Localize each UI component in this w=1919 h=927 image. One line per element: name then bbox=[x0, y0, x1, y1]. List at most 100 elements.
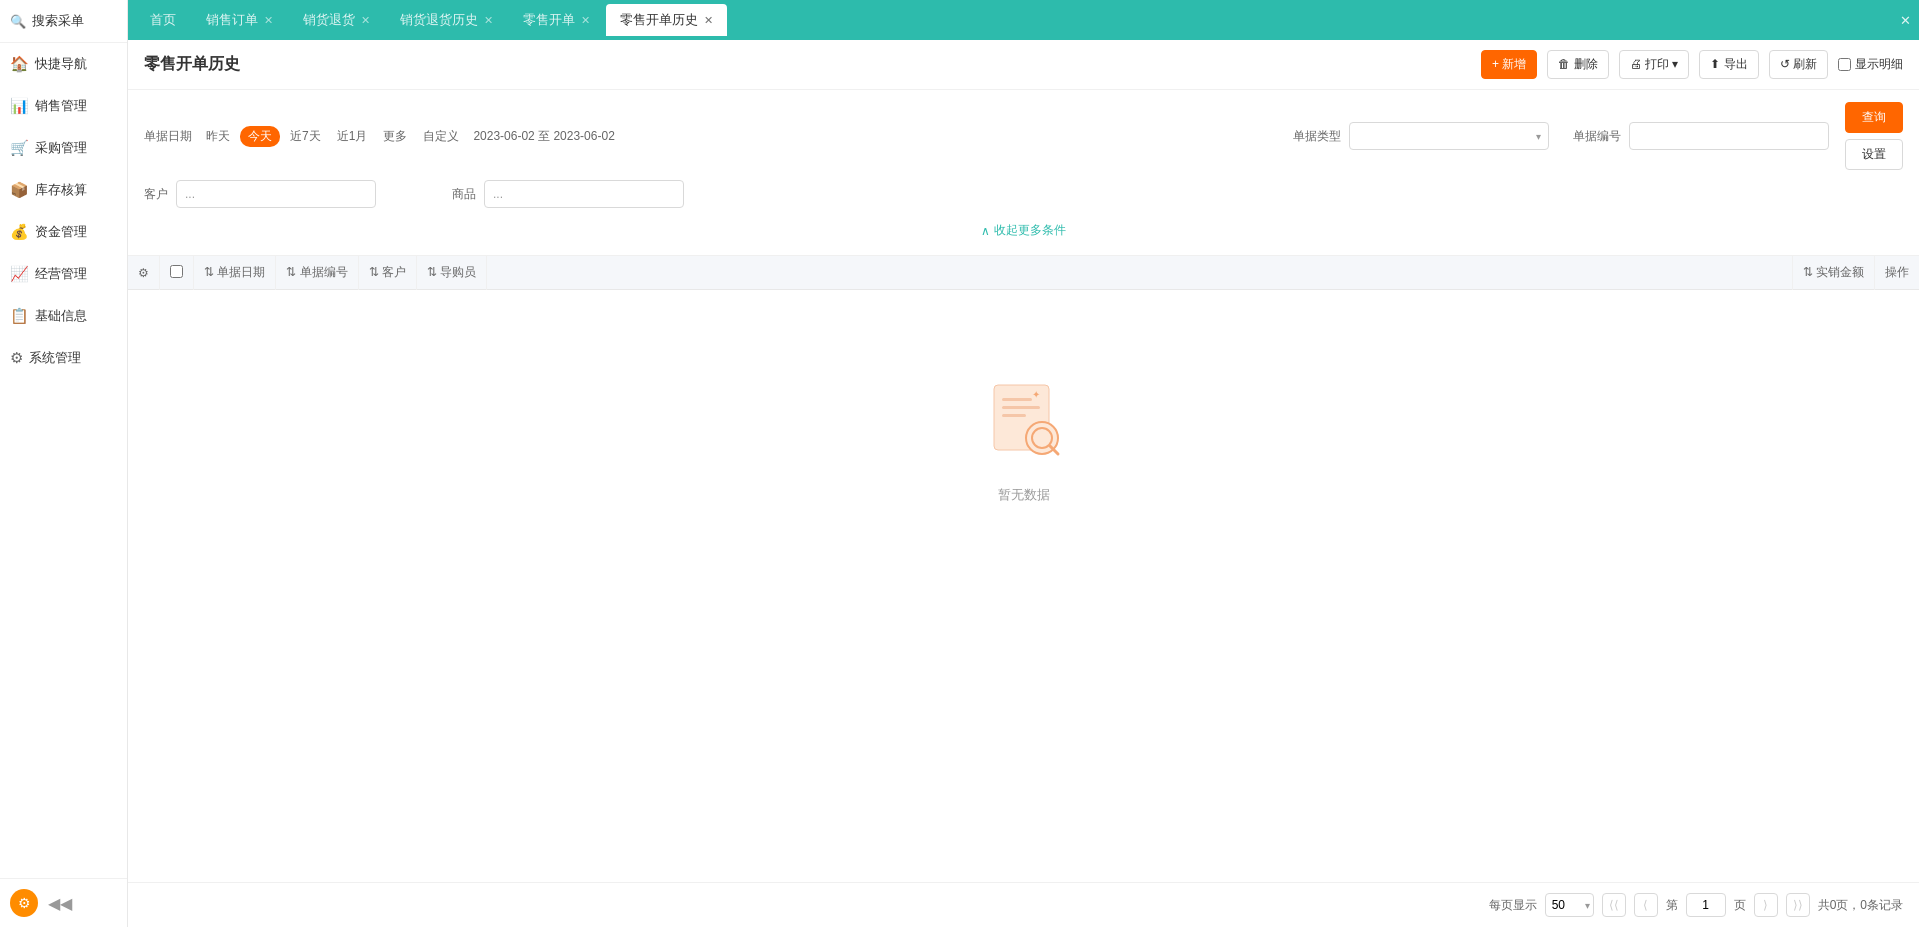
table-area: ⚙ ⇅ 单据日期 ⇅ 单据编号 ⇅ 客户 bbox=[128, 256, 1919, 882]
sidebar-item-purchase-mgmt[interactable]: 🛒 采购管理 bbox=[0, 127, 127, 169]
toolbar: 零售开单历史 + 新增 🗑 删除 🖨 打印 ▾ ⬆ 导出 ↺ 刷新 显示明细 bbox=[128, 40, 1919, 90]
number-input[interactable] bbox=[1629, 122, 1829, 150]
sidebar-item-finance[interactable]: 💰 资金管理 bbox=[0, 211, 127, 253]
collapse-more-label: 收起更多条件 bbox=[994, 222, 1066, 239]
chart-icon: 📊 bbox=[10, 97, 29, 115]
goods-label: 商品 bbox=[452, 186, 476, 203]
page-next-btn[interactable]: ⟩ bbox=[1754, 893, 1778, 917]
page-input[interactable]: 1 bbox=[1686, 893, 1726, 917]
page-last-btn[interactable]: ⟩⟩ bbox=[1786, 893, 1810, 917]
tab-sales-order[interactable]: 销售订单 ✕ bbox=[192, 4, 287, 36]
tab-sales-return-history[interactable]: 销货退货历史 ✕ bbox=[386, 4, 507, 36]
sidebar-search[interactable]: 🔍 搜索采单 bbox=[0, 0, 127, 43]
chevron-up-icon: ∧ bbox=[981, 224, 990, 238]
sidebar-nav: 🏠 快捷导航 📊 销售管理 🛒 采购管理 📦 库存核算 💰 资金管理 📈 经营管… bbox=[0, 43, 127, 878]
date-btn-1month[interactable]: 近1月 bbox=[331, 126, 374, 147]
sidebar-item-operations[interactable]: 📈 经营管理 bbox=[0, 253, 127, 295]
sidebar-item-label: 销售管理 bbox=[35, 97, 87, 115]
svg-rect-1 bbox=[1002, 398, 1032, 401]
tab-sales-return-history-close[interactable]: ✕ bbox=[484, 14, 493, 27]
table-head: ⚙ ⇅ 单据日期 ⇅ 单据编号 ⇅ 客户 bbox=[128, 256, 1919, 290]
page-title: 零售开单历史 bbox=[144, 54, 1481, 75]
select-all-checkbox[interactable] bbox=[170, 265, 183, 278]
th-date[interactable]: ⇅ 单据日期 bbox=[194, 256, 276, 290]
tab-retail-open-history-close[interactable]: ✕ bbox=[704, 14, 713, 27]
query-actions: 查询 设置 bbox=[1845, 102, 1903, 170]
display-detail-label: 显示明细 bbox=[1838, 56, 1903, 73]
filter-goods: 商品 bbox=[452, 180, 684, 208]
th-guide[interactable]: ⇅ 导购员 bbox=[417, 256, 487, 290]
filter-date: 单据日期 昨天 今天 近7天 近1月 更多 自定义 2023-06-02 至 2… bbox=[144, 126, 615, 147]
th-customer[interactable]: ⇅ 客户 bbox=[358, 256, 416, 290]
trend-icon: 📈 bbox=[10, 265, 29, 283]
th-amount[interactable]: ⇅ 实销金额 bbox=[1792, 256, 1874, 290]
toolbar-actions: + 新增 🗑 删除 🖨 打印 ▾ ⬆ 导出 ↺ 刷新 显示明细 bbox=[1481, 50, 1903, 79]
settings-button[interactable]: ⚙ bbox=[10, 889, 38, 917]
tab-sales-order-close[interactable]: ✕ bbox=[264, 14, 273, 27]
content-area: 零售开单历史 + 新增 🗑 删除 🖨 打印 ▾ ⬆ 导出 ↺ 刷新 显示明细 单… bbox=[128, 40, 1919, 927]
goods-input[interactable] bbox=[484, 180, 684, 208]
tab-retail-open-history-label: 零售开单历史 bbox=[620, 11, 698, 29]
sidebar-item-basic-info[interactable]: 📋 基础信息 bbox=[0, 295, 127, 337]
date-btn-7days[interactable]: 近7天 bbox=[284, 126, 327, 147]
tab-retail-open[interactable]: 零售开单 ✕ bbox=[509, 4, 604, 36]
filter-row-2: 客户 商品 bbox=[144, 180, 1903, 208]
tab-retail-open-label: 零售开单 bbox=[523, 11, 575, 29]
delete-button[interactable]: 🗑 删除 bbox=[1547, 50, 1608, 79]
query-button[interactable]: 查询 bbox=[1845, 102, 1903, 133]
sidebar-item-system[interactable]: ⚙ 系统管理 bbox=[0, 337, 127, 379]
th-action: 操作 bbox=[1875, 256, 1920, 290]
page-prev-btn[interactable]: ⟨ bbox=[1634, 893, 1658, 917]
filter-row-1: 单据日期 昨天 今天 近7天 近1月 更多 自定义 2023-06-02 至 2… bbox=[144, 102, 1903, 170]
sidebar-item-sales-mgmt[interactable]: 📊 销售管理 bbox=[0, 85, 127, 127]
page-size-wrap: 20 50 100 200 bbox=[1545, 893, 1594, 917]
tab-sales-return-label: 销货退货 bbox=[303, 11, 355, 29]
sidebar-item-label: 库存核算 bbox=[35, 181, 87, 199]
sidebar-item-label: 采购管理 bbox=[35, 139, 87, 157]
date-btn-more[interactable]: 更多 bbox=[377, 126, 413, 147]
type-select-wrap bbox=[1349, 122, 1549, 150]
sidebar-footer: ⚙ ◀◀ bbox=[0, 878, 127, 927]
sidebar-collapse-button[interactable]: ◀◀ bbox=[48, 894, 72, 913]
date-btn-custom[interactable]: 自定义 bbox=[417, 126, 465, 147]
page-size-select[interactable]: 20 50 100 200 bbox=[1545, 893, 1594, 917]
tab-bar-close-btn[interactable]: ✕ bbox=[1900, 13, 1911, 28]
th-number[interactable]: ⇅ 单据编号 bbox=[276, 256, 358, 290]
filter-type: 单据类型 bbox=[1293, 122, 1557, 150]
total-info: 共0页，0条记录 bbox=[1818, 897, 1903, 914]
th-action-label: 操作 bbox=[1885, 265, 1909, 279]
filter-customer: 客户 bbox=[144, 180, 376, 208]
page-size-label: 每页显示 bbox=[1489, 897, 1537, 914]
tab-sales-return[interactable]: 销货退货 ✕ bbox=[289, 4, 384, 36]
tab-retail-open-history[interactable]: 零售开单历史 ✕ bbox=[606, 4, 727, 36]
sidebar-item-label: 基础信息 bbox=[35, 307, 87, 325]
sidebar-item-quick-nav[interactable]: 🏠 快捷导航 bbox=[0, 43, 127, 85]
sidebar-item-inventory[interactable]: 📦 库存核算 bbox=[0, 169, 127, 211]
collapse-more-btn[interactable]: ∧ 收起更多条件 bbox=[144, 218, 1903, 243]
date-label: 单据日期 bbox=[144, 128, 192, 145]
tab-bar-right: ✕ bbox=[1900, 13, 1911, 28]
tab-home[interactable]: 首页 bbox=[136, 4, 190, 36]
date-btn-today[interactable]: 今天 bbox=[240, 126, 280, 147]
print-button[interactable]: 🖨 打印 ▾ bbox=[1619, 50, 1690, 79]
refresh-button[interactable]: ↺ 刷新 bbox=[1769, 50, 1828, 79]
filter-area: 单据日期 昨天 今天 近7天 近1月 更多 自定义 2023-06-02 至 2… bbox=[128, 90, 1919, 256]
customer-input[interactable] bbox=[176, 180, 376, 208]
th-settings[interactable]: ⚙ bbox=[128, 256, 160, 290]
type-select[interactable] bbox=[1349, 122, 1549, 150]
sidebar-item-label: 系统管理 bbox=[29, 349, 81, 367]
tab-sales-return-close[interactable]: ✕ bbox=[361, 14, 370, 27]
th-checkbox[interactable] bbox=[160, 256, 194, 290]
gear-icon: ⚙ bbox=[10, 349, 23, 367]
add-button[interactable]: + 新增 bbox=[1481, 50, 1537, 79]
export-button[interactable]: ⬆ 导出 bbox=[1699, 50, 1758, 79]
page-first-btn[interactable]: ⟨⟨ bbox=[1602, 893, 1626, 917]
date-btn-yesterday[interactable]: 昨天 bbox=[200, 126, 236, 147]
display-detail-checkbox[interactable] bbox=[1838, 58, 1851, 71]
date-quick-btns: 昨天 今天 近7天 近1月 更多 自定义 bbox=[200, 126, 465, 147]
th-guide-label: ⇅ 导购员 bbox=[427, 265, 476, 279]
tab-retail-open-close[interactable]: ✕ bbox=[581, 14, 590, 27]
sidebar-item-label: 资金管理 bbox=[35, 223, 87, 241]
settings-filter-button[interactable]: 设置 bbox=[1845, 139, 1903, 170]
th-date-label: ⇅ 单据日期 bbox=[204, 265, 265, 279]
